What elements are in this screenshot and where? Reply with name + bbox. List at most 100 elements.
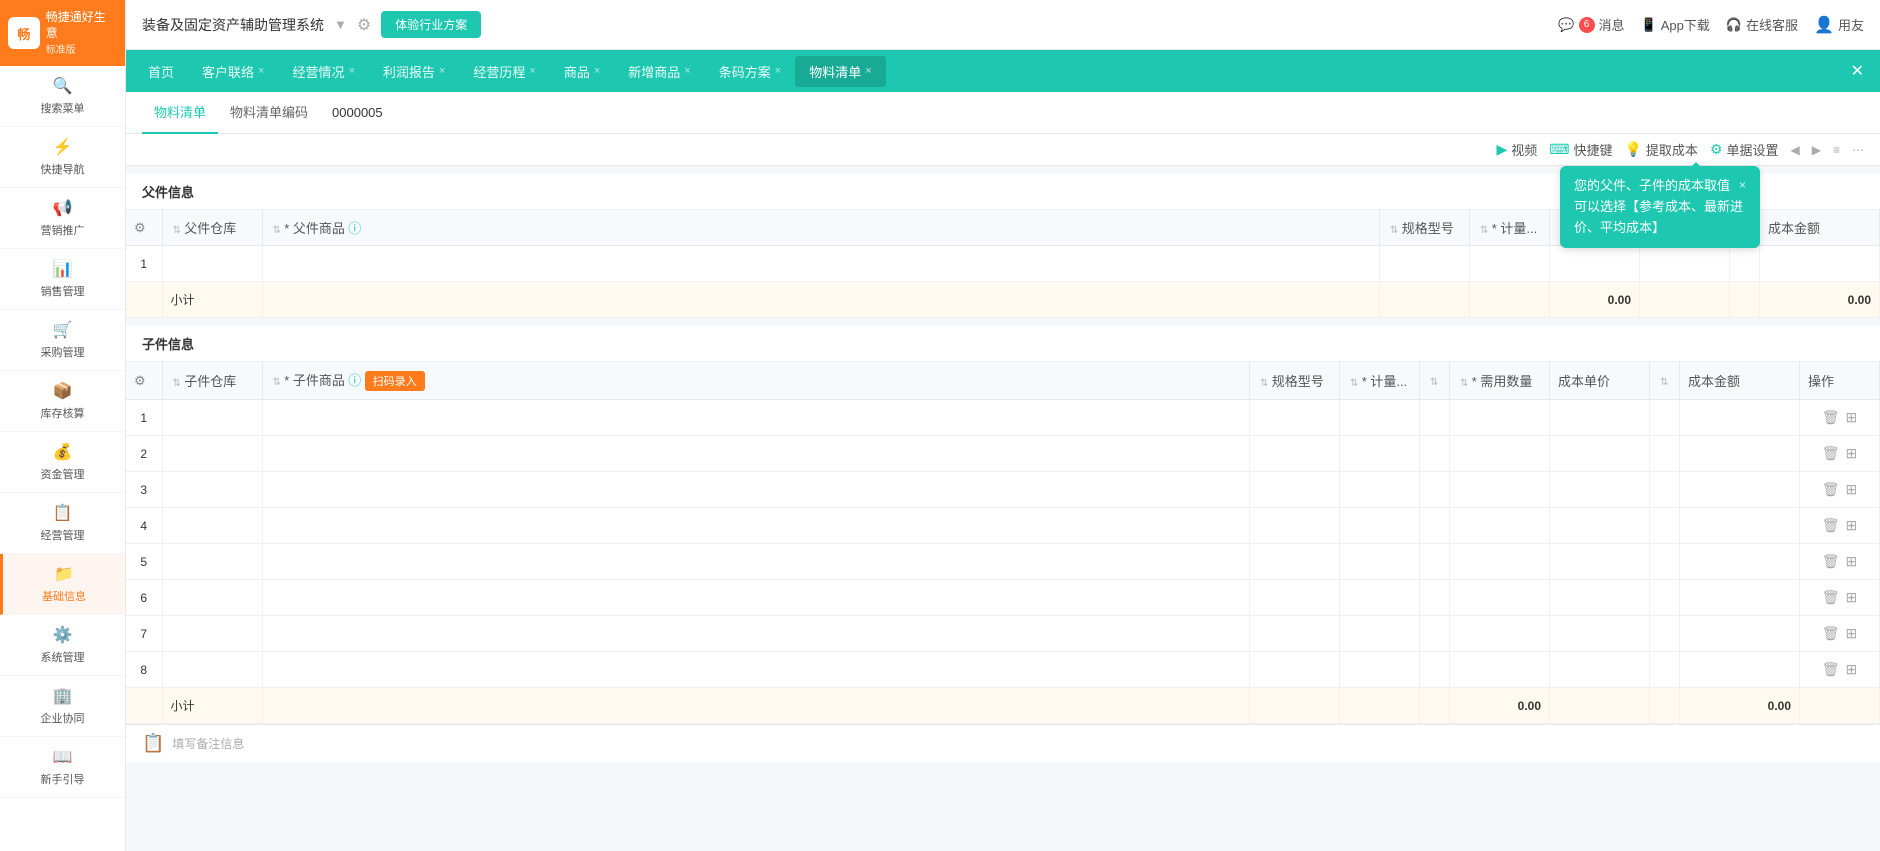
tab-home[interactable]: 首页 bbox=[134, 56, 188, 87]
child-spec-cell[interactable] bbox=[1250, 652, 1340, 688]
parent-goods-info-icon[interactable]: ⓘ bbox=[348, 221, 361, 236]
child-qty-cell[interactable] bbox=[1450, 580, 1550, 616]
child-goods-cell[interactable] bbox=[262, 508, 1250, 544]
user-button[interactable]: 👤 用友 bbox=[1814, 15, 1864, 35]
child-spec-cell[interactable] bbox=[1250, 400, 1340, 436]
child-amount-cell[interactable] bbox=[1680, 472, 1800, 508]
sidebar-item-finance[interactable]: 💰 资金管理 bbox=[0, 432, 125, 493]
tab-goods[interactable]: 商品 × bbox=[550, 56, 614, 87]
child-warehouse-cell[interactable] bbox=[162, 652, 262, 688]
sidebar-item-purchase[interactable]: 🛒 采购管理 bbox=[0, 310, 125, 371]
child-goods-cell[interactable] bbox=[262, 580, 1250, 616]
grid-view-button[interactable]: ≡ bbox=[1833, 143, 1840, 157]
tab-close-new_goods[interactable]: × bbox=[684, 65, 690, 77]
sidebar-item-inventory[interactable]: 📦 库存核算 bbox=[0, 371, 125, 432]
child-warehouse-cell[interactable] bbox=[162, 472, 262, 508]
child-warehouse-cell[interactable] bbox=[162, 580, 262, 616]
parent-amount-cell[interactable] bbox=[1760, 246, 1880, 282]
tab-barcode[interactable]: 条码方案 × bbox=[705, 56, 795, 87]
child-qty-cell[interactable] bbox=[1450, 472, 1550, 508]
sidebar-item-guide[interactable]: 📖 新手引导 bbox=[0, 737, 125, 798]
copy-row-icon[interactable]: ⊞ bbox=[1846, 589, 1858, 606]
sidebar-item-sales[interactable]: 📊 销售管理 bbox=[0, 249, 125, 310]
child-goods-cell[interactable] bbox=[262, 652, 1250, 688]
parent-spec-cell[interactable] bbox=[1380, 246, 1470, 282]
child-qty-cell[interactable] bbox=[1450, 616, 1550, 652]
tab-customer[interactable]: 客户联络 × bbox=[188, 56, 278, 87]
child-amount-cell[interactable] bbox=[1680, 580, 1800, 616]
child-warehouse-cell[interactable] bbox=[162, 544, 262, 580]
child-qty-cell[interactable] bbox=[1450, 436, 1550, 472]
child-price-cell[interactable] bbox=[1550, 616, 1650, 652]
copy-row-icon[interactable]: ⊞ bbox=[1846, 553, 1858, 570]
child-unit-cell[interactable] bbox=[1340, 580, 1420, 616]
sidebar-item-marketing[interactable]: 📢 营销推广 bbox=[0, 188, 125, 249]
service-button[interactable]: 🎧 在线客服 bbox=[1726, 15, 1798, 34]
child-amount-cell[interactable] bbox=[1680, 436, 1800, 472]
child-unit-cell[interactable] bbox=[1340, 652, 1420, 688]
tab-history[interactable]: 经营历程 × bbox=[459, 56, 549, 87]
more-button[interactable]: ⋯ bbox=[1852, 143, 1864, 157]
child-price-cell[interactable] bbox=[1550, 436, 1650, 472]
tooltip-close-button[interactable]: × bbox=[1739, 176, 1746, 195]
child-spec-cell[interactable] bbox=[1250, 580, 1340, 616]
child-warehouse-cell[interactable] bbox=[162, 616, 262, 652]
child-warehouse-cell[interactable] bbox=[162, 436, 262, 472]
sidebar-item-search[interactable]: 🔍 搜索菜单 bbox=[0, 66, 125, 127]
scan-input-button[interactable]: 扫码录入 bbox=[365, 371, 425, 391]
child-spec-cell[interactable] bbox=[1250, 544, 1340, 580]
parent-goods-cell[interactable] bbox=[262, 246, 1380, 282]
copy-row-icon[interactable]: ⊞ bbox=[1846, 625, 1858, 642]
child-unit-cell[interactable] bbox=[1340, 400, 1420, 436]
subnav-bom-code[interactable]: 物料清单编码 bbox=[218, 92, 320, 134]
delete-row-icon[interactable]: 🗑 bbox=[1822, 553, 1840, 570]
sidebar-item-system[interactable]: ⚙️ 系统管理 bbox=[0, 615, 125, 676]
child-price-cell[interactable] bbox=[1550, 400, 1650, 436]
settings-icon[interactable]: ⚙ bbox=[357, 15, 371, 35]
child-spec-cell[interactable] bbox=[1250, 616, 1340, 652]
prev-button[interactable]: ◀ bbox=[1791, 143, 1800, 157]
trial-button[interactable]: 体验行业方案 bbox=[381, 11, 481, 38]
child-unit-cell[interactable] bbox=[1340, 436, 1420, 472]
extract-cost-button[interactable]: 💡 提取成本 bbox=[1624, 140, 1697, 159]
child-spec-cell[interactable] bbox=[1250, 508, 1340, 544]
delete-row-icon[interactable]: 🗑 bbox=[1822, 409, 1840, 426]
child-amount-cell[interactable] bbox=[1680, 544, 1800, 580]
tab-operation_status[interactable]: 经营情况 × bbox=[278, 56, 368, 87]
tab-close-goods[interactable]: × bbox=[594, 65, 600, 77]
tab-profit[interactable]: 利润报告 × bbox=[369, 56, 459, 87]
child-price-cell[interactable] bbox=[1550, 508, 1650, 544]
tabs-close-button[interactable]: ✕ bbox=[1843, 57, 1872, 85]
copy-row-icon[interactable]: ⊞ bbox=[1846, 409, 1858, 426]
copy-row-icon[interactable]: ⊞ bbox=[1846, 661, 1858, 678]
child-warehouse-cell[interactable] bbox=[162, 508, 262, 544]
delete-row-icon[interactable]: 🗑 bbox=[1822, 517, 1840, 534]
child-unit-cell[interactable] bbox=[1340, 544, 1420, 580]
child-amount-cell[interactable] bbox=[1680, 616, 1800, 652]
child-spec-cell[interactable] bbox=[1250, 472, 1340, 508]
sidebar-item-basic[interactable]: 📁 基础信息 bbox=[0, 554, 125, 615]
child-warehouse-cell[interactable] bbox=[162, 400, 262, 436]
sidebar-item-enterprise[interactable]: 🏢 企业协同 bbox=[0, 676, 125, 737]
child-price-cell[interactable] bbox=[1550, 580, 1650, 616]
copy-row-icon[interactable]: ⊞ bbox=[1846, 517, 1858, 534]
shortcut-button[interactable]: ⌨ 快捷键 bbox=[1549, 140, 1612, 159]
child-qty-cell[interactable] bbox=[1450, 652, 1550, 688]
sidebar-item-operation[interactable]: 📋 经营管理 bbox=[0, 493, 125, 554]
delete-row-icon[interactable]: 🗑 bbox=[1822, 445, 1840, 462]
delete-row-icon[interactable]: 🗑 bbox=[1822, 481, 1840, 498]
tab-new_goods[interactable]: 新增商品 × bbox=[614, 56, 704, 87]
tab-close-operation_status[interactable]: × bbox=[348, 65, 354, 77]
tab-bom[interactable]: 物料清单 × bbox=[795, 56, 885, 87]
child-goods-cell[interactable] bbox=[262, 544, 1250, 580]
tab-close-bom[interactable]: × bbox=[865, 65, 871, 77]
parent-warehouse-cell[interactable] bbox=[162, 246, 262, 282]
child-unit-cell[interactable] bbox=[1340, 472, 1420, 508]
message-button[interactable]: 💬 6 消息 bbox=[1558, 15, 1624, 34]
copy-row-icon[interactable]: ⊞ bbox=[1846, 481, 1858, 498]
child-gear-icon[interactable]: ⚙ bbox=[134, 373, 146, 388]
dropdown-icon[interactable]: ▼ bbox=[334, 17, 347, 32]
subnav-bom-list[interactable]: 物料清单 bbox=[142, 92, 218, 134]
next-button[interactable]: ▶ bbox=[1812, 143, 1821, 157]
parent-cost-cell[interactable] bbox=[1640, 246, 1730, 282]
